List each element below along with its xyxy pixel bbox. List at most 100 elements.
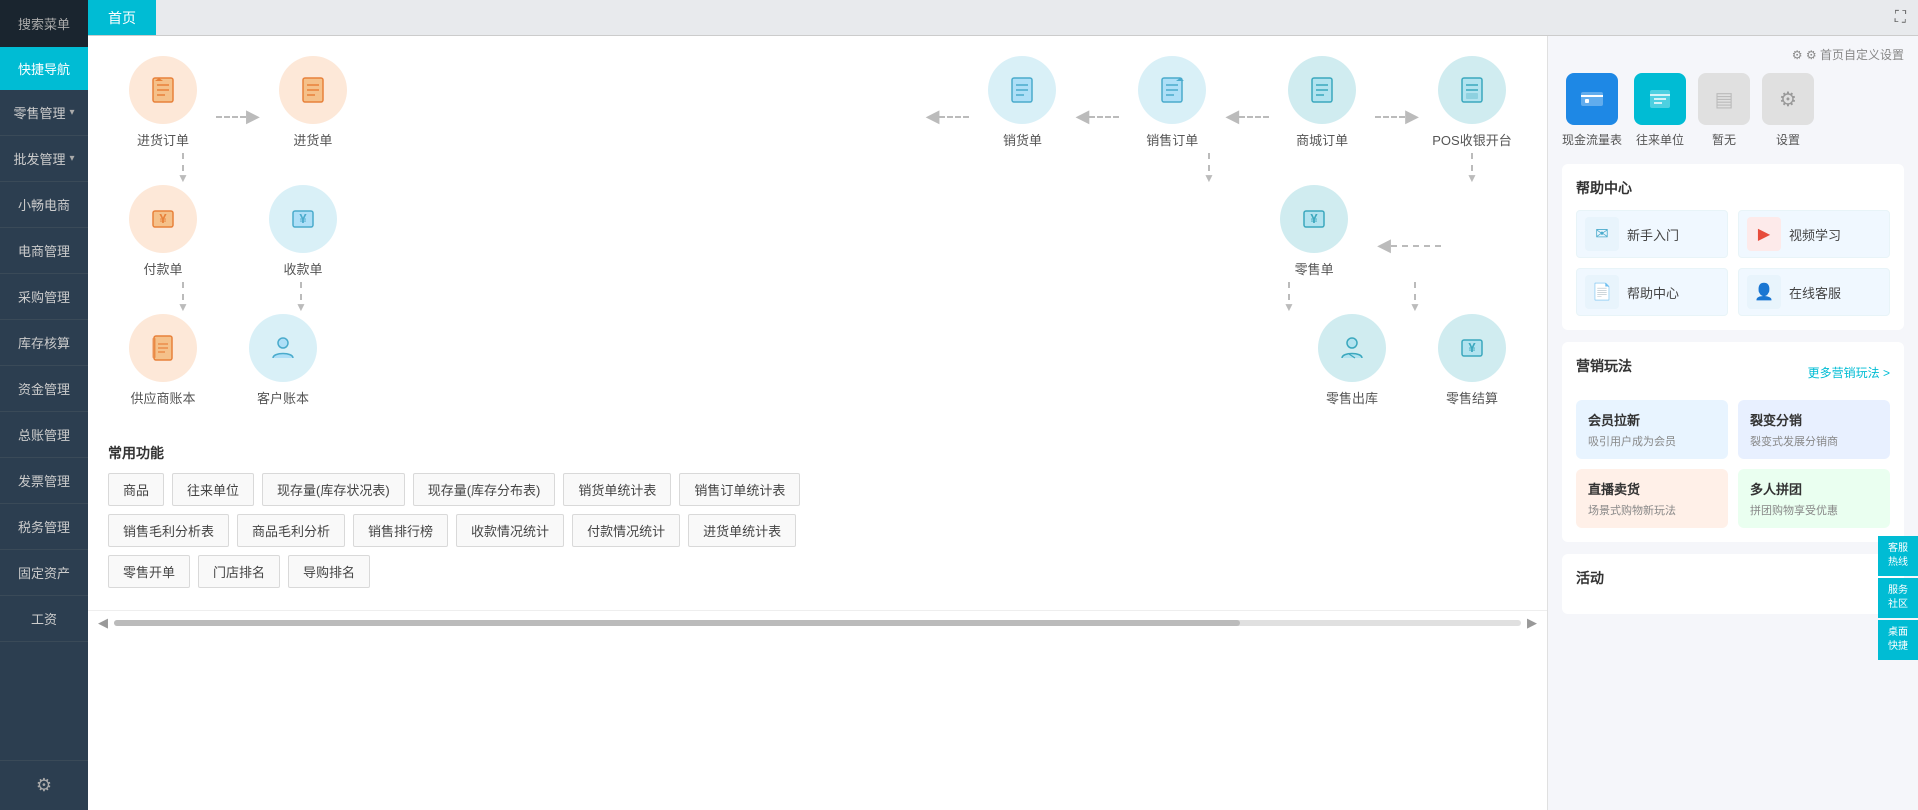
sales-order-icon — [1138, 56, 1206, 124]
sidebar-item-payroll[interactable]: 工资 — [0, 596, 88, 642]
settings-label: 设置 — [1776, 131, 1800, 148]
help-center-card: 帮助中心 ✉ 新手入门 ▶ 视频学习 📄 帮助中心 👤 — [1562, 164, 1904, 330]
flow-node-receipt[interactable]: ¥ 收款单 — [258, 185, 348, 278]
flow-node-sales-order[interactable]: 销售订单 — [1127, 56, 1217, 149]
purchase-label: 进货单 — [293, 130, 332, 149]
sidebar-item-purchase-label: 采购管理 — [18, 287, 70, 306]
sales-order-label: 销售订单 — [1146, 130, 1198, 149]
func-btn-contacts[interactable]: 往来单位 — [172, 473, 254, 506]
func-btn-retail-order[interactable]: 零售开单 — [108, 555, 190, 588]
func-btn-sales-profit[interactable]: 销售毛利分析表 — [108, 514, 229, 547]
func-btn-sales-order-stat[interactable]: 销售订单统计表 — [679, 473, 800, 506]
none-icon-box: ▤ — [1698, 73, 1750, 125]
live-desc: 场景式购物新玩法 — [1588, 502, 1716, 518]
flow-node-sales[interactable]: 销货单 — [977, 56, 1067, 149]
flow-node-purchase[interactable]: 进货单 — [268, 56, 358, 149]
sidebar-item-wholesale[interactable]: 批发管理 ▾ — [0, 136, 88, 182]
chevron-down-icon: ▾ — [69, 153, 74, 164]
quick-icon-settings[interactable]: ⚙ 设置 — [1762, 73, 1814, 148]
sidebar-item-ecommerce[interactable]: 电商管理 — [0, 228, 88, 274]
help-item-service[interactable]: 👤 在线客服 — [1738, 268, 1890, 316]
marketing-more-link[interactable]: 更多营销玩法 > — [1808, 364, 1890, 381]
func-btn-receipt-stat[interactable]: 收款情况统计 — [456, 514, 564, 547]
chevron-down-icon: ▾ — [69, 107, 74, 118]
func-btn-guide-rank[interactable]: 导购排名 — [288, 555, 370, 588]
sidebar-item-xiaochang[interactable]: 小畅电商 — [0, 182, 88, 228]
float-btn-desktop[interactable]: 桌面快捷 — [1878, 620, 1918, 660]
quick-icon-cashflow[interactable]: 现金流量表 — [1562, 73, 1622, 148]
sidebar-item-assets[interactable]: 固定资产 — [0, 550, 88, 596]
func-btn-product[interactable]: 商品 — [108, 473, 164, 506]
play-icon: ▶ — [1747, 217, 1781, 251]
tab-home[interactable]: 首页 — [88, 0, 156, 35]
func-btn-payment-stat[interactable]: 付款情况统计 — [572, 514, 680, 547]
sales-icon — [988, 56, 1056, 124]
live-title: 直播卖货 — [1588, 479, 1716, 498]
sidebar-item-xiaochang-label: 小畅电商 — [18, 195, 70, 214]
quick-icons-row: 现金流量表 往来单位 ▤ 暂无 ⚙ — [1562, 73, 1904, 148]
func-btn-store-rank[interactable]: 门店排名 — [198, 555, 280, 588]
sidebar-item-tax[interactable]: 税务管理 — [0, 504, 88, 550]
flow-node-customer-ledger[interactable]: 客户账本 — [238, 314, 328, 407]
member-desc: 吸引用户成为会员 — [1588, 433, 1716, 449]
homepage-settings-link[interactable]: ⚙ ⚙ 首页自定义设置 — [1562, 46, 1904, 63]
customer-ledger-icon — [249, 314, 317, 382]
sidebar-search[interactable]: 搜索菜单 — [0, 0, 88, 47]
sidebar-item-finance[interactable]: 资金管理 — [0, 366, 88, 412]
flow-node-retail-out[interactable]: 零售出库 — [1307, 314, 1397, 407]
service-hotline-label: 客服热线 — [1888, 543, 1908, 568]
func-btn-stock-status[interactable]: 现存量(库存状况表) — [262, 473, 405, 506]
help-item-beginner[interactable]: ✉ 新手入门 — [1576, 210, 1728, 258]
marketing-item-group[interactable]: 多人拼团 拼团购物享受优惠 — [1738, 469, 1890, 528]
marketing-grid: 会员拉新 吸引用户成为会员 裂变分销 裂变式发展分销商 直播卖货 场景式购物新玩… — [1576, 400, 1890, 528]
sidebar-item-inventory[interactable]: 库存核算 — [0, 320, 88, 366]
quick-icon-contacts[interactable]: 往来单位 — [1634, 73, 1686, 148]
retail-bill-icon: ¥ — [1280, 185, 1348, 253]
func-btn-sales-rank[interactable]: 销售排行榜 — [353, 514, 448, 547]
sidebar-item-ledger[interactable]: 总账管理 — [0, 412, 88, 458]
pos-icon — [1438, 56, 1506, 124]
float-btn-community[interactable]: 服务社区 — [1878, 578, 1918, 618]
scroll-right-arrow[interactable]: ▶ — [1527, 615, 1537, 631]
sidebar-settings-button[interactable]: ⚙ — [0, 760, 88, 810]
expand-button[interactable]: ⛶ — [1883, 0, 1918, 35]
float-btn-service[interactable]: 客服热线 — [1878, 536, 1918, 576]
help-item-help[interactable]: 📄 帮助中心 — [1576, 268, 1728, 316]
contacts-icon-box — [1634, 73, 1686, 125]
func-btn-row-3: 零售开单 门店排名 导购排名 — [108, 555, 1527, 588]
svg-text:¥: ¥ — [159, 211, 167, 226]
sidebar-item-purchase[interactable]: 采购管理 — [0, 274, 88, 320]
flow-node-supplier-ledger[interactable]: 供应商账本 — [118, 314, 208, 407]
flow-node-purchase-order[interactable]: 进货订单 — [118, 56, 208, 149]
marketing-item-fission[interactable]: 裂变分销 裂变式发展分销商 — [1738, 400, 1890, 459]
func-btn-sales-stat[interactable]: 销货单统计表 — [563, 473, 671, 506]
mail-icon: ✉ — [1585, 217, 1619, 251]
func-btn-product-profit[interactable]: 商品毛利分析 — [237, 514, 345, 547]
quick-icon-none[interactable]: ▤ 暂无 — [1698, 73, 1750, 148]
marketing-item-member[interactable]: 会员拉新 吸引用户成为会员 — [1576, 400, 1728, 459]
marketing-item-live[interactable]: 直播卖货 场景式购物新玩法 — [1576, 469, 1728, 528]
func-btn-purchase-stat[interactable]: 进货单统计表 — [688, 514, 796, 547]
flow-node-retail-settle[interactable]: ¥ 零售结算 — [1427, 314, 1517, 407]
sidebar-item-retail[interactable]: 零售管理 ▾ — [0, 90, 88, 136]
mall-order-icon — [1288, 56, 1356, 124]
cashflow-label: 现金流量表 — [1562, 131, 1622, 148]
func-btn-stock-dist[interactable]: 现存量(库存分布表) — [413, 473, 556, 506]
flow-node-pos[interactable]: POS收银开台 — [1427, 56, 1517, 149]
help-item-video[interactable]: ▶ 视频学习 — [1738, 210, 1890, 258]
scroll-left-arrow[interactable]: ◀ — [98, 615, 108, 631]
pos-label: POS收银开台 — [1432, 130, 1511, 149]
horizontal-scrollbar[interactable]: ◀ ▶ — [88, 610, 1547, 635]
supplier-ledger-label: 供应商账本 — [130, 388, 195, 407]
sidebar-item-invoice-label: 发票管理 — [18, 471, 70, 490]
svg-text:¥: ¥ — [1468, 340, 1476, 355]
sidebar-quicknav[interactable]: 快捷导航 — [0, 47, 88, 90]
supplier-ledger-icon — [129, 314, 197, 382]
scrollbar-track — [114, 620, 1521, 626]
fission-desc: 裂变式发展分销商 — [1750, 433, 1878, 449]
flow-node-retail-bill[interactable]: ¥ 零售单 — [1269, 185, 1359, 278]
flow-node-mall-order[interactable]: 商城订单 — [1277, 56, 1367, 149]
marketing-header: 营销玩法 更多营销玩法 > — [1576, 356, 1890, 388]
flow-node-payment[interactable]: ¥ 付款单 — [118, 185, 208, 278]
sidebar-item-invoice[interactable]: 发票管理 — [0, 458, 88, 504]
